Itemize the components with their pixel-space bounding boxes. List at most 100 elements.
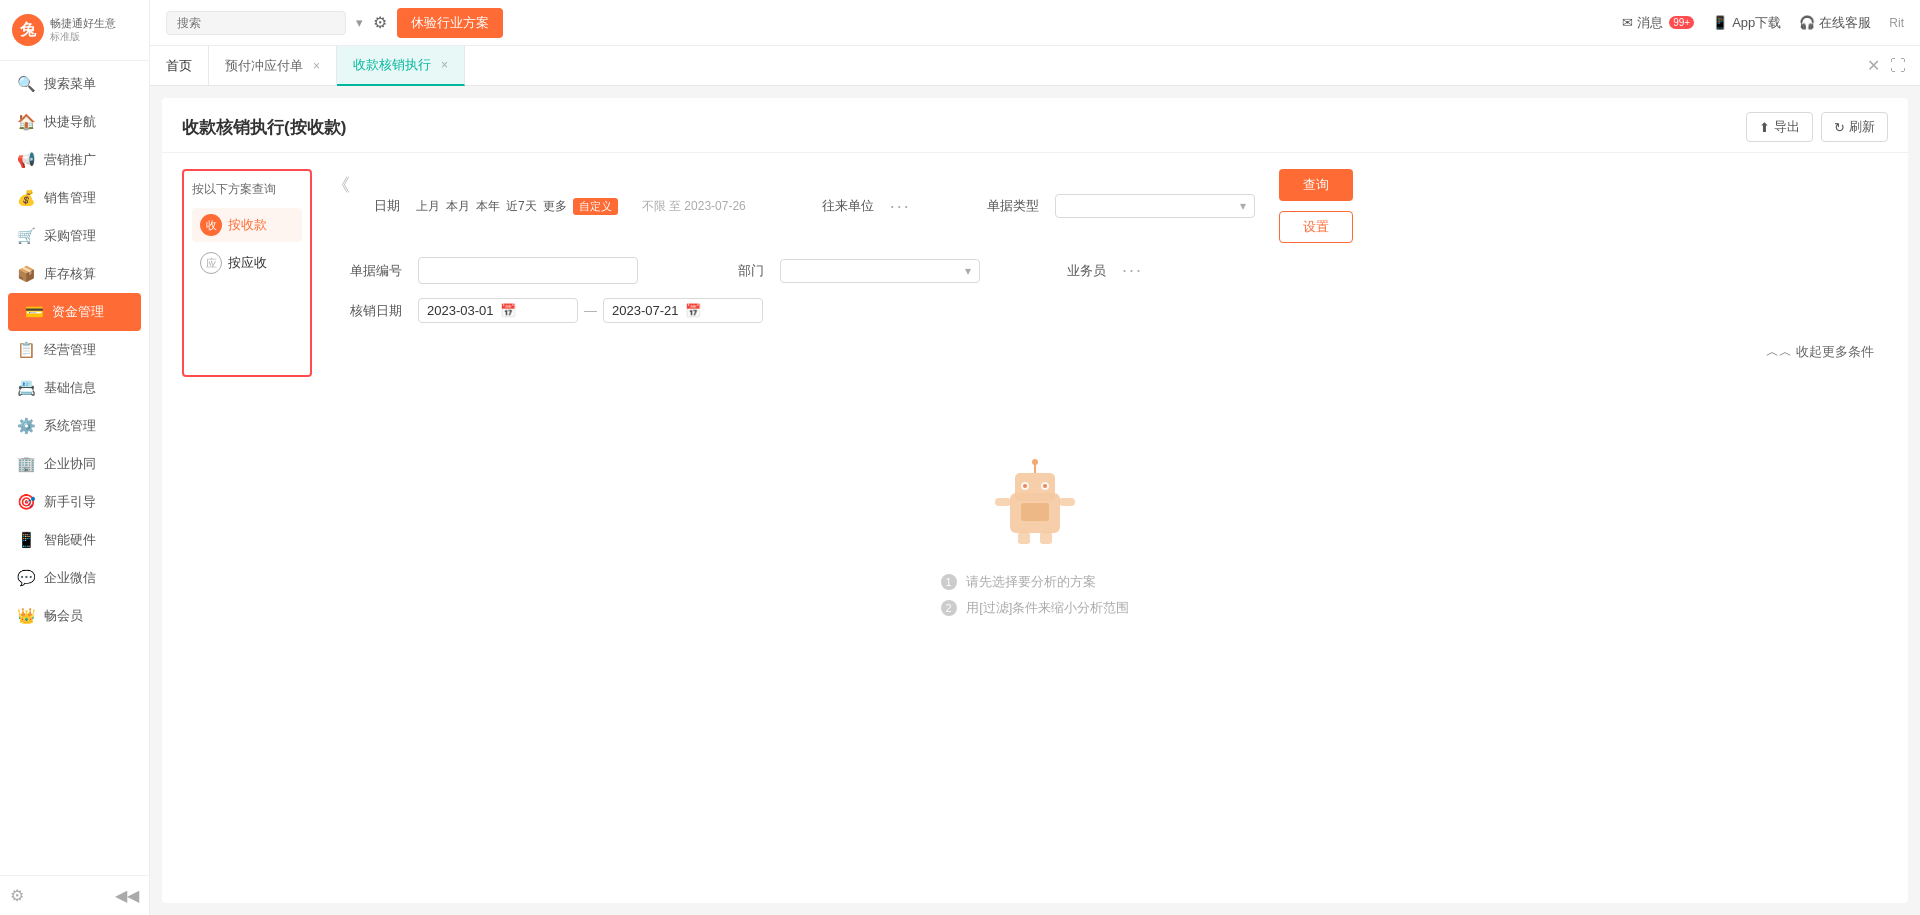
- sidebar-item-finance[interactable]: 💳 资金管理: [8, 293, 141, 331]
- collapse-sidebar-icon[interactable]: ◀◀: [115, 886, 139, 905]
- online-service-button[interactable]: 🎧 在线客服: [1799, 14, 1871, 32]
- filter-option-label: 按应收: [228, 254, 267, 272]
- filter-main: 日期 上月 本月 本年 近7天 更多 自定义 不限 至 2023-07-26: [350, 169, 1888, 377]
- collapse-up-icon: ︿︿: [1766, 343, 1792, 361]
- finance-icon: 💳: [24, 303, 44, 321]
- topbar-search-input[interactable]: [166, 11, 346, 35]
- collapse-more-conditions-button[interactable]: ︿︿ 收起更多条件: [1752, 337, 1888, 367]
- tab-expand-icon[interactable]: ⛶: [1886, 53, 1910, 79]
- svg-point-4: [1023, 484, 1027, 488]
- setting-button[interactable]: 设置: [1279, 211, 1353, 243]
- marketing-icon: 📢: [16, 151, 36, 169]
- tabs-actions: ✕ ⛶: [1863, 52, 1920, 79]
- date-last-month[interactable]: 上月: [416, 198, 440, 215]
- tab-receipt-close-icon[interactable]: ×: [441, 58, 448, 72]
- tab-prepay[interactable]: 预付冲应付单 ×: [209, 46, 337, 86]
- calendar-to-icon[interactable]: 📅: [685, 303, 754, 318]
- filter-option-label: 按收款: [228, 216, 267, 234]
- sidebar-item-inventory[interactable]: 📦 库存核算: [0, 255, 149, 293]
- svg-rect-9: [1059, 498, 1075, 506]
- date-quick-links: 上月 本月 本年 近7天 更多 自定义: [416, 198, 618, 215]
- message-button[interactable]: ✉ 消息 99+: [1622, 14, 1694, 32]
- hardware-icon: 📱: [16, 531, 36, 549]
- sidebar-item-label: 库存核算: [44, 265, 96, 283]
- verify-date-to-value: 2023-07-21: [612, 303, 681, 318]
- filter-row-doc: 单据编号 部门 ▾ 业务员 ···: [350, 257, 1888, 284]
- svg-rect-8: [995, 498, 1011, 506]
- filter-section-bottom: ︿︿ 收起更多条件: [350, 337, 1888, 377]
- filter-collapse-arrow-icon[interactable]: 《: [332, 169, 350, 197]
- query-buttons: 查询 设置: [1279, 169, 1353, 243]
- user-name: Rit: [1889, 16, 1904, 30]
- settings-icon[interactable]: ⚙: [10, 886, 24, 905]
- date-more[interactable]: 更多: [543, 198, 567, 215]
- sales-filter-label: 业务员: [1056, 262, 1106, 280]
- app-logo: 兔 畅捷通好生意 标准版: [0, 0, 149, 61]
- date-last-7-days[interactable]: 近7天: [506, 198, 537, 215]
- message-badge: 99+: [1669, 16, 1694, 29]
- main-area: ▾ ⚙ 休验行业方案 ✉ 消息 99+ 📱 App下载 🎧 在线客服 Rit 首…: [150, 0, 1920, 915]
- message-label: 消息: [1637, 14, 1663, 32]
- doc-num-input[interactable]: [418, 257, 638, 284]
- tab-home-label: 首页: [166, 57, 192, 75]
- sidebar-item-basicinfo[interactable]: 📇 基础信息: [0, 369, 149, 407]
- filter-option-by-receivable[interactable]: 应 按应收: [192, 246, 302, 280]
- verify-date-from-input[interactable]: 2023-03-01 📅: [418, 298, 578, 323]
- tab-receipt[interactable]: 收款核销执行 ×: [337, 46, 465, 86]
- partner-select-dots[interactable]: ···: [890, 196, 911, 217]
- query-button[interactable]: 查询: [1279, 169, 1353, 201]
- sidebar-item-sales[interactable]: 💰 销售管理: [0, 179, 149, 217]
- svg-rect-12: [1021, 503, 1049, 521]
- filter-option-by-receipt[interactable]: 收 按收款: [192, 208, 302, 242]
- sales-select-dots[interactable]: ···: [1122, 260, 1143, 281]
- sidebar-footer: ⚙ ◀◀: [0, 875, 149, 915]
- filter-row-date: 日期 上月 本月 本年 近7天 更多 自定义 不限 至 2023-07-26: [350, 169, 1888, 243]
- industry-solution-button[interactable]: 休验行业方案: [397, 8, 503, 38]
- custom-date-tag: 自定义: [573, 198, 618, 215]
- hint-num-2: 2: [941, 600, 957, 616]
- topbar-gear-icon[interactable]: ⚙: [373, 13, 387, 32]
- sidebar-item-label: 销售管理: [44, 189, 96, 207]
- sidebar-item-wechat[interactable]: 💬 企业微信: [0, 559, 149, 597]
- sidebar-item-search[interactable]: 🔍 搜索菜单: [0, 65, 149, 103]
- app-download-label: App下载: [1732, 14, 1781, 32]
- empty-hints: 1 请先选择要分析的方案 2 用[过滤]条件来缩小分析范围: [941, 569, 1130, 621]
- sidebar-item-purchase[interactable]: 🛒 采购管理: [0, 217, 149, 255]
- sidebar-item-label: 新手引导: [44, 493, 96, 511]
- doc-type-select[interactable]: ▾: [1055, 194, 1255, 218]
- sidebar-item-marketing[interactable]: 📢 营销推广: [0, 141, 149, 179]
- filter-sidebar-title: 按以下方案查询: [192, 181, 302, 198]
- home-icon: 🏠: [16, 113, 36, 131]
- purchase-icon: 🛒: [16, 227, 36, 245]
- mobile-icon: 📱: [1712, 15, 1728, 30]
- page-title: 收款核销执行(按收款): [182, 116, 346, 139]
- sidebar-item-hardware[interactable]: 📱 智能硬件: [0, 521, 149, 559]
- tab-prepay-close-icon[interactable]: ×: [313, 59, 320, 73]
- sidebar-item-system[interactable]: ⚙️ 系统管理: [0, 407, 149, 445]
- date-this-year[interactable]: 本年: [476, 198, 500, 215]
- tab-close-all-icon[interactable]: ✕: [1863, 52, 1884, 79]
- refresh-button[interactable]: ↻ 刷新: [1821, 112, 1888, 142]
- app-edition: 标准版: [50, 30, 116, 44]
- verify-date-to-input[interactable]: 2023-07-21 📅: [603, 298, 763, 323]
- calendar-from-icon[interactable]: 📅: [500, 303, 569, 318]
- dept-select[interactable]: ▾: [780, 259, 980, 283]
- svg-point-5: [1043, 484, 1047, 488]
- export-icon: ⬆: [1759, 120, 1770, 135]
- export-button[interactable]: ⬆ 导出: [1746, 112, 1813, 142]
- doc-type-arrow-icon: ▾: [1240, 199, 1246, 213]
- tab-home[interactable]: 首页: [150, 46, 209, 86]
- date-this-month[interactable]: 本月: [446, 198, 470, 215]
- app-download-button[interactable]: 📱 App下载: [1712, 14, 1781, 32]
- sidebar: 兔 畅捷通好生意 标准版 🔍 搜索菜单 🏠 快捷导航 📢 营销推广 💰 销售管理…: [0, 0, 150, 915]
- member-icon: 👑: [16, 607, 36, 625]
- sidebar-item-collab[interactable]: 🏢 企业协同: [0, 445, 149, 483]
- filter-sidebar: 按以下方案查询 收 按收款 应 按应收: [182, 169, 312, 377]
- doc-num-filter-label: 单据编号: [350, 262, 402, 280]
- sidebar-item-member[interactable]: 👑 畅会员: [0, 597, 149, 635]
- topbar-chevron-icon[interactable]: ▾: [356, 15, 363, 30]
- sidebar-item-operations[interactable]: 📋 经营管理: [0, 331, 149, 369]
- sidebar-item-quicknav[interactable]: 🏠 快捷导航: [0, 103, 149, 141]
- sales-icon: 💰: [16, 189, 36, 207]
- sidebar-item-guide[interactable]: 🎯 新手引导: [0, 483, 149, 521]
